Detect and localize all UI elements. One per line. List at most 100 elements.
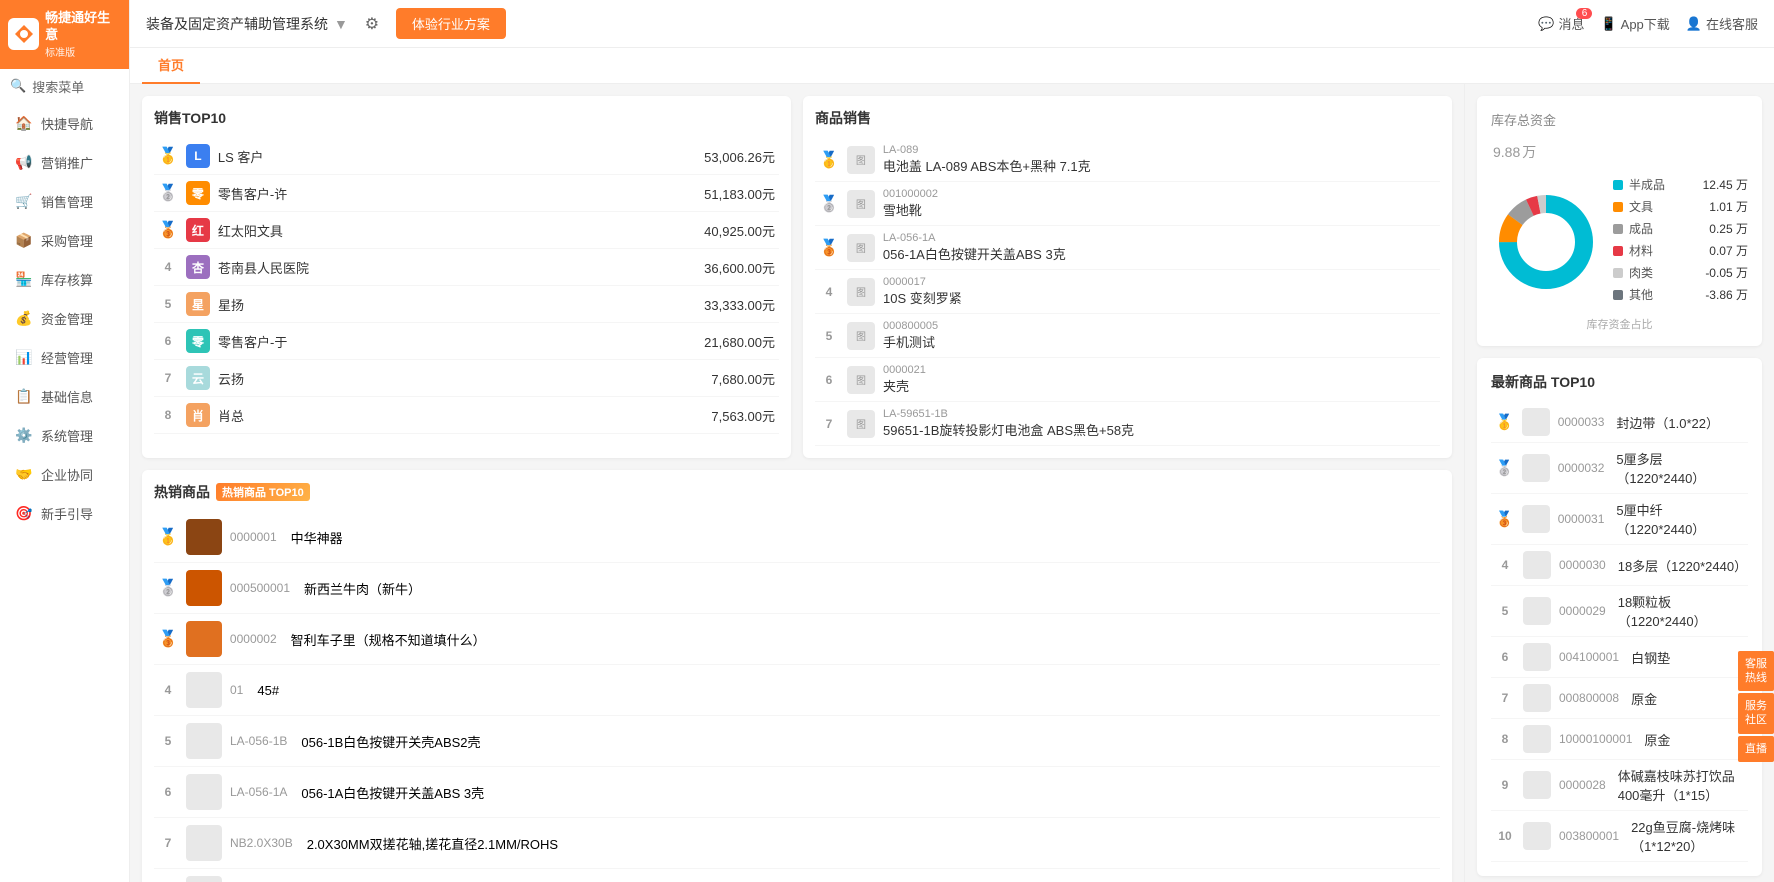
sales-icon: 🛒 bbox=[15, 192, 33, 210]
inventory-card: 库存总资金 9.88万 bbox=[1477, 96, 1762, 346]
middle-panel: 销售TOP10 🥇 L LS 客户 53,006.26元 🥈 零 零售客户 bbox=[130, 84, 1464, 882]
sidebar-item-finance[interactable]: 💰 资金管理 bbox=[0, 299, 129, 338]
customer-rank-table: 🥇 L LS 客户 53,006.26元 🥈 零 零售客户-许 51,183.0… bbox=[154, 138, 779, 434]
avatar: 零 bbox=[186, 181, 210, 205]
sidebar-item-collab[interactable]: 🤝 企业协同 bbox=[0, 455, 129, 494]
service-community-button[interactable]: 服务 社区 bbox=[1738, 693, 1774, 734]
new-products-card: 最新商品 TOP10 🥇 0000033 封边带（1.0*22） 🥈 00000… bbox=[1477, 358, 1762, 876]
message-badge: 6 bbox=[1576, 8, 1592, 19]
sidebar-logo: 畅捷通好生意 标准版 bbox=[0, 0, 129, 69]
sidebar-item-home[interactable]: 🏠 快捷导航 bbox=[0, 104, 129, 143]
avatar: L bbox=[186, 144, 210, 168]
product-thumb bbox=[186, 774, 222, 810]
settings-icon[interactable]: ⚙ bbox=[358, 10, 386, 38]
hot-products-list: 🥇 0000001 中华神器 🥈 000500001 新西兰牛肉（新牛） 🥉 bbox=[154, 512, 1440, 882]
customer-rank-card: 销售TOP10 🥇 L LS 客户 53,006.26元 🥈 零 零售客户 bbox=[142, 96, 791, 458]
finance-icon: 💰 bbox=[15, 309, 33, 327]
list-item: 10 003800001 22g鱼豆腐-烧烤味（1*12*20） bbox=[1491, 811, 1748, 862]
legend-dot bbox=[1613, 180, 1623, 190]
table-row: 7 云 云扬 7,680.00元 bbox=[154, 360, 779, 397]
avatar: 杏 bbox=[186, 255, 210, 279]
inventory-sub-label: 库存资金占比 bbox=[1491, 316, 1748, 332]
legend-item: 半成品 12.45 万 bbox=[1613, 176, 1748, 193]
search-menu[interactable]: 🔍 搜索菜单 bbox=[0, 69, 129, 104]
product-sales-rank-title: 商品销售 bbox=[815, 108, 1440, 128]
list-item: 8 0000011 12070519-xs bbox=[154, 869, 1440, 882]
list-item: 🥇 0000033 封边带（1.0*22） bbox=[1491, 402, 1748, 443]
product-thumb bbox=[186, 519, 222, 555]
sidebar-item-marketing[interactable]: 📢 营销推广 bbox=[0, 143, 129, 182]
new-products-title: 最新商品 TOP10 bbox=[1491, 372, 1748, 392]
legend-item: 肉类 -0.05 万 bbox=[1613, 264, 1748, 281]
donut-area: 半成品 12.45 万 文具 1.01 万 成品 0.25 万 bbox=[1491, 176, 1748, 308]
online-service-button[interactable]: 👤 在线客服 bbox=[1686, 14, 1758, 33]
product-thumb bbox=[1522, 505, 1550, 533]
legend-dot bbox=[1613, 224, 1623, 234]
product-thumb: 图 bbox=[847, 366, 875, 394]
legend-item: 成品 0.25 万 bbox=[1613, 220, 1748, 237]
product-thumb bbox=[186, 876, 222, 882]
topbar: 装备及固定资产辅助管理系统 ▼ ⚙ 体验行业方案 💬 消息 6 📱 App下载 … bbox=[130, 0, 1774, 48]
product-thumb bbox=[1522, 454, 1550, 482]
product-thumb bbox=[1523, 551, 1551, 579]
try-button[interactable]: 体验行业方案 bbox=[396, 8, 506, 39]
online-service-label: 在线客服 bbox=[1706, 14, 1758, 33]
legend-item: 文具 1.01 万 bbox=[1613, 198, 1748, 215]
guide-icon: 🎯 bbox=[15, 504, 33, 522]
list-item: 🥇 0000001 中华神器 bbox=[154, 512, 1440, 563]
table-row: 7 图 LA-59651-1B 59651-1B旋转投影灯电池盒 ABS黑色+5… bbox=[815, 402, 1440, 446]
livestream-button[interactable]: 直播 bbox=[1738, 736, 1774, 762]
product-sales-list: 🥇 图 LA-089 电池盖 LA-089 ABS本色+黑种 7.1克 🥈 图 bbox=[815, 138, 1440, 446]
list-item: 6 LA-056-1A 056-1A白色按键开关盖ABS 3壳 bbox=[154, 767, 1440, 818]
sidebar-item-inventory[interactable]: 🏪 库存核算 bbox=[0, 260, 129, 299]
sidebar-item-operations[interactable]: 📊 经营管理 bbox=[0, 338, 129, 377]
table-row: 🥈 图 001000002 雪地靴 bbox=[815, 182, 1440, 226]
sidebar-item-guide[interactable]: 🎯 新手引导 bbox=[0, 494, 129, 533]
collab-icon: 🤝 bbox=[15, 465, 33, 483]
nav-label-5: 资金管理 bbox=[41, 309, 93, 328]
dropdown-icon[interactable]: ▼ bbox=[334, 16, 348, 32]
sidebar-item-purchase[interactable]: 📦 采购管理 bbox=[0, 221, 129, 260]
sidebar-item-basic-info[interactable]: 📋 基础信息 bbox=[0, 377, 129, 416]
logo-text-area: 畅捷通好生意 标准版 bbox=[45, 10, 121, 59]
search-icon: 🔍 bbox=[10, 78, 26, 94]
tab-home[interactable]: 首页 bbox=[142, 47, 200, 84]
product-sales-rank-card: 商品销售 🥇 图 LA-089 电池盖 LA-089 ABS本色+黑种 7.1克 bbox=[803, 96, 1452, 458]
top-section: 销售TOP10 🥇 L LS 客户 53,006.26元 🥈 零 零售客户 bbox=[142, 96, 1452, 458]
table-row: 5 星 星扬 33,333.00元 bbox=[154, 286, 779, 323]
table-row: 🥉 红 红太阳文具 40,925.00元 bbox=[154, 212, 779, 249]
logo-icon bbox=[8, 18, 39, 50]
inventory-total: 9.88万 bbox=[1491, 133, 1748, 164]
list-item: 5 LA-056-1B 056-1B白色按键开关壳ABS2壳 bbox=[154, 716, 1440, 767]
nav-label-2: 销售管理 bbox=[41, 192, 93, 211]
inventory-header: 库存总资金 bbox=[1491, 110, 1748, 129]
topbar-title: 装备及固定资产辅助管理系统 ▼ bbox=[146, 14, 348, 34]
sidebar-item-system[interactable]: ⚙️ 系统管理 bbox=[0, 416, 129, 455]
product-thumb bbox=[186, 672, 222, 708]
list-item: 🥈 000500001 新西兰牛肉（新牛） bbox=[154, 563, 1440, 614]
product-thumb bbox=[186, 570, 222, 606]
app-download-button[interactable]: 📱 App下载 bbox=[1600, 14, 1669, 33]
list-item: 9 0000028 体碱嘉枝味苏打饮品400毫升（1*15） bbox=[1491, 760, 1748, 811]
product-thumb: 图 bbox=[847, 146, 875, 174]
home-icon: 🏠 bbox=[15, 114, 33, 132]
table-row: 6 图 0000021 夹壳 bbox=[815, 358, 1440, 402]
message-button[interactable]: 💬 消息 6 bbox=[1538, 14, 1584, 33]
donut-chart bbox=[1491, 187, 1601, 297]
content: 销售TOP10 🥇 L LS 客户 53,006.26元 🥈 零 零售客户 bbox=[130, 84, 1774, 882]
avatar: 星 bbox=[186, 292, 210, 316]
nav-label-4: 库存核算 bbox=[41, 270, 93, 289]
product-thumb bbox=[186, 723, 222, 759]
customer-service-button[interactable]: 客服 热线 bbox=[1738, 651, 1774, 692]
table-row: 4 杏 苍南县人民医院 36,600.00元 bbox=[154, 249, 779, 286]
avatar: 云 bbox=[186, 366, 210, 390]
table-row: 🥈 零 零售客户-许 51,183.00元 bbox=[154, 175, 779, 212]
product-thumb bbox=[1523, 822, 1551, 850]
table-row: 🥇 图 LA-089 电池盖 LA-089 ABS本色+黑种 7.1克 bbox=[815, 138, 1440, 182]
sidebar-item-sales[interactable]: 🛒 销售管理 bbox=[0, 182, 129, 221]
marketing-icon: 📢 bbox=[15, 153, 33, 171]
list-item: 7 NB2.0X30B 2.0X30MM双搓花轴,搓花直径2.1MM/ROHS bbox=[154, 818, 1440, 869]
basic-info-icon: 📋 bbox=[15, 387, 33, 405]
inventory-icon: 🏪 bbox=[15, 270, 33, 288]
nav-label-3: 采购管理 bbox=[41, 231, 93, 250]
